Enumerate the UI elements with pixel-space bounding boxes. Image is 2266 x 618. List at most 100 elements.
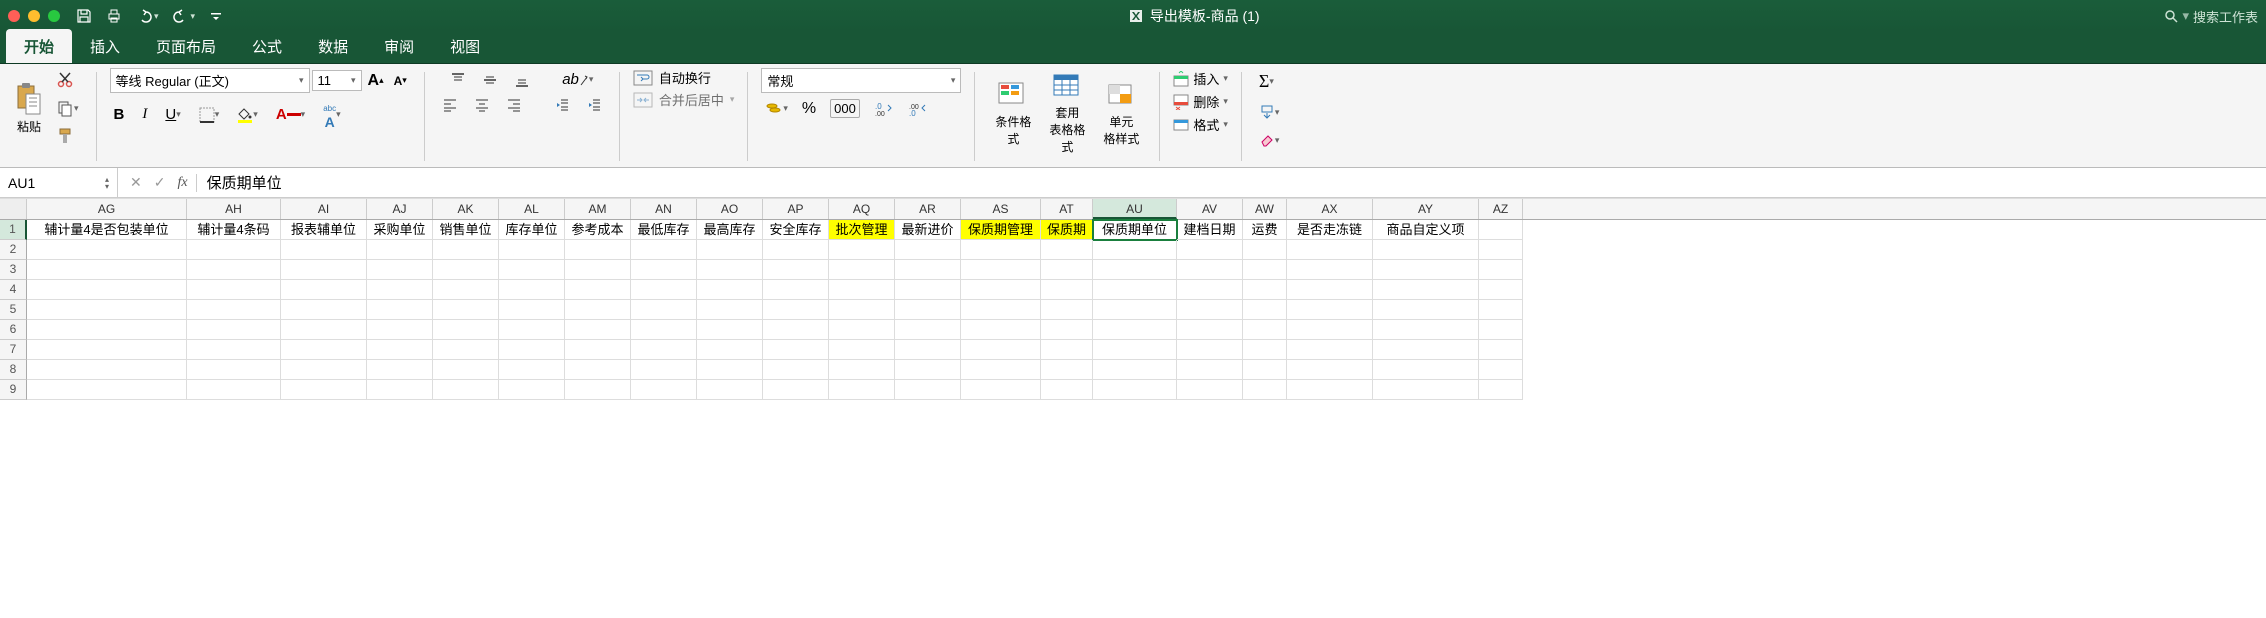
cell-AK4[interactable] — [433, 280, 499, 300]
cell-AO2[interactable] — [697, 240, 763, 260]
cell-AM7[interactable] — [565, 340, 631, 360]
align-right-button[interactable] — [502, 94, 526, 116]
cell-AY1[interactable]: 商品自定义项 — [1373, 220, 1479, 240]
cell-AV8[interactable] — [1177, 360, 1243, 380]
cell-AI4[interactable] — [281, 280, 367, 300]
cell-AW8[interactable] — [1243, 360, 1287, 380]
col-header-AO[interactable]: AO — [697, 199, 763, 219]
cell-AS9[interactable] — [961, 380, 1041, 400]
row-header-7[interactable]: 7 — [0, 340, 27, 360]
table-format-button[interactable]: 套用 表格格式 — [1042, 68, 1092, 157]
row-header-2[interactable]: 2 — [0, 240, 27, 260]
cell-AU3[interactable] — [1093, 260, 1177, 280]
cell-AX1[interactable]: 是否走冻链 — [1287, 220, 1373, 240]
cell-AT9[interactable] — [1041, 380, 1093, 400]
cell-AR8[interactable] — [895, 360, 961, 380]
cell-AU2[interactable] — [1093, 240, 1177, 260]
cell-AH9[interactable] — [187, 380, 281, 400]
cell-AQ5[interactable] — [829, 300, 895, 320]
cell-AK1[interactable]: 销售单位 — [433, 220, 499, 240]
cell-AS5[interactable] — [961, 300, 1041, 320]
cell-AO1[interactable]: 最高库存 — [697, 220, 763, 240]
cell-AM4[interactable] — [565, 280, 631, 300]
cell-AW4[interactable] — [1243, 280, 1287, 300]
col-header-AI[interactable]: AI — [281, 199, 367, 219]
tab-页面布局[interactable]: 页面布局 — [138, 29, 234, 63]
cell-AX4[interactable] — [1287, 280, 1373, 300]
cell-AM5[interactable] — [565, 300, 631, 320]
cell-AQ4[interactable] — [829, 280, 895, 300]
cell-AI6[interactable] — [281, 320, 367, 340]
cell-AL4[interactable] — [499, 280, 565, 300]
cell-AP7[interactable] — [763, 340, 829, 360]
cell-AP5[interactable] — [763, 300, 829, 320]
cell-AH3[interactable] — [187, 260, 281, 280]
cell-AL5[interactable] — [499, 300, 565, 320]
clear-button[interactable]: ▾ — [1255, 129, 1284, 151]
cell-AJ2[interactable] — [367, 240, 433, 260]
cell-AZ6[interactable] — [1479, 320, 1523, 340]
cell-AS8[interactable] — [961, 360, 1041, 380]
cell-AT8[interactable] — [1041, 360, 1093, 380]
cell-AZ3[interactable] — [1479, 260, 1523, 280]
cell-AU4[interactable] — [1093, 280, 1177, 300]
cell-AQ1[interactable]: 批次管理 — [829, 220, 895, 240]
cell-AO8[interactable] — [697, 360, 763, 380]
cell-AJ6[interactable] — [367, 320, 433, 340]
cell-AQ3[interactable] — [829, 260, 895, 280]
conditional-format-button[interactable]: 条件格式 — [988, 77, 1038, 149]
cell-AK3[interactable] — [433, 260, 499, 280]
cell-AR7[interactable] — [895, 340, 961, 360]
cell-AP8[interactable] — [763, 360, 829, 380]
cell-AT4[interactable] — [1041, 280, 1093, 300]
cell-AS3[interactable] — [961, 260, 1041, 280]
cancel-formula-button[interactable]: ✕ — [130, 174, 142, 191]
tab-开始[interactable]: 开始 — [6, 29, 72, 63]
cell-AN6[interactable] — [631, 320, 697, 340]
col-header-AK[interactable]: AK — [433, 199, 499, 219]
cell-AX7[interactable] — [1287, 340, 1373, 360]
cell-AG4[interactable] — [27, 280, 187, 300]
tab-审阅[interactable]: 审阅 — [366, 29, 432, 63]
cell-AP2[interactable] — [763, 240, 829, 260]
tab-公式[interactable]: 公式 — [234, 29, 300, 63]
align-top-button[interactable] — [446, 69, 470, 91]
cell-AH4[interactable] — [187, 280, 281, 300]
col-header-AM[interactable]: AM — [565, 199, 631, 219]
cell-AL2[interactable] — [499, 240, 565, 260]
print-icon[interactable] — [106, 8, 122, 24]
decrease-font-button[interactable]: A▾ — [390, 71, 411, 91]
row-header-3[interactable]: 3 — [0, 260, 27, 280]
cell-AV3[interactable] — [1177, 260, 1243, 280]
cell-AL6[interactable] — [499, 320, 565, 340]
paste-button[interactable]: 粘贴 — [10, 80, 48, 137]
cell-AM6[interactable] — [565, 320, 631, 340]
cell-AZ2[interactable] — [1479, 240, 1523, 260]
cell-AU8[interactable] — [1093, 360, 1177, 380]
cell-AX6[interactable] — [1287, 320, 1373, 340]
cell-AY3[interactable] — [1373, 260, 1479, 280]
tab-数据[interactable]: 数据 — [300, 29, 366, 63]
cell-AW7[interactable] — [1243, 340, 1287, 360]
cell-AY5[interactable] — [1373, 300, 1479, 320]
increase-font-button[interactable]: A▴ — [364, 69, 388, 93]
cell-AW2[interactable] — [1243, 240, 1287, 260]
cell-AV2[interactable] — [1177, 240, 1243, 260]
minimize-window-button[interactable] — [28, 10, 40, 22]
cell-AI2[interactable] — [281, 240, 367, 260]
cell-AH8[interactable] — [187, 360, 281, 380]
cell-AS1[interactable]: 保质期管理 — [961, 220, 1041, 240]
cell-AU7[interactable] — [1093, 340, 1177, 360]
name-box-stepper[interactable]: ▴▾ — [105, 176, 109, 190]
col-header-AL[interactable]: AL — [499, 199, 565, 219]
format-painter-button[interactable] — [52, 124, 83, 148]
spreadsheet-grid[interactable]: AGAHAIAJAKALAMANAOAPAQARASATAUAVAWAXAYAZ… — [0, 198, 2266, 400]
col-header-AT[interactable]: AT — [1041, 199, 1093, 219]
name-box[interactable]: AU1 ▴▾ — [0, 168, 118, 197]
cell-AZ4[interactable] — [1479, 280, 1523, 300]
formula-input[interactable]: 保质期单位 — [197, 172, 2266, 193]
cell-AL3[interactable] — [499, 260, 565, 280]
cell-AX9[interactable] — [1287, 380, 1373, 400]
comma-button[interactable]: 000 — [826, 96, 864, 121]
cell-AW6[interactable] — [1243, 320, 1287, 340]
